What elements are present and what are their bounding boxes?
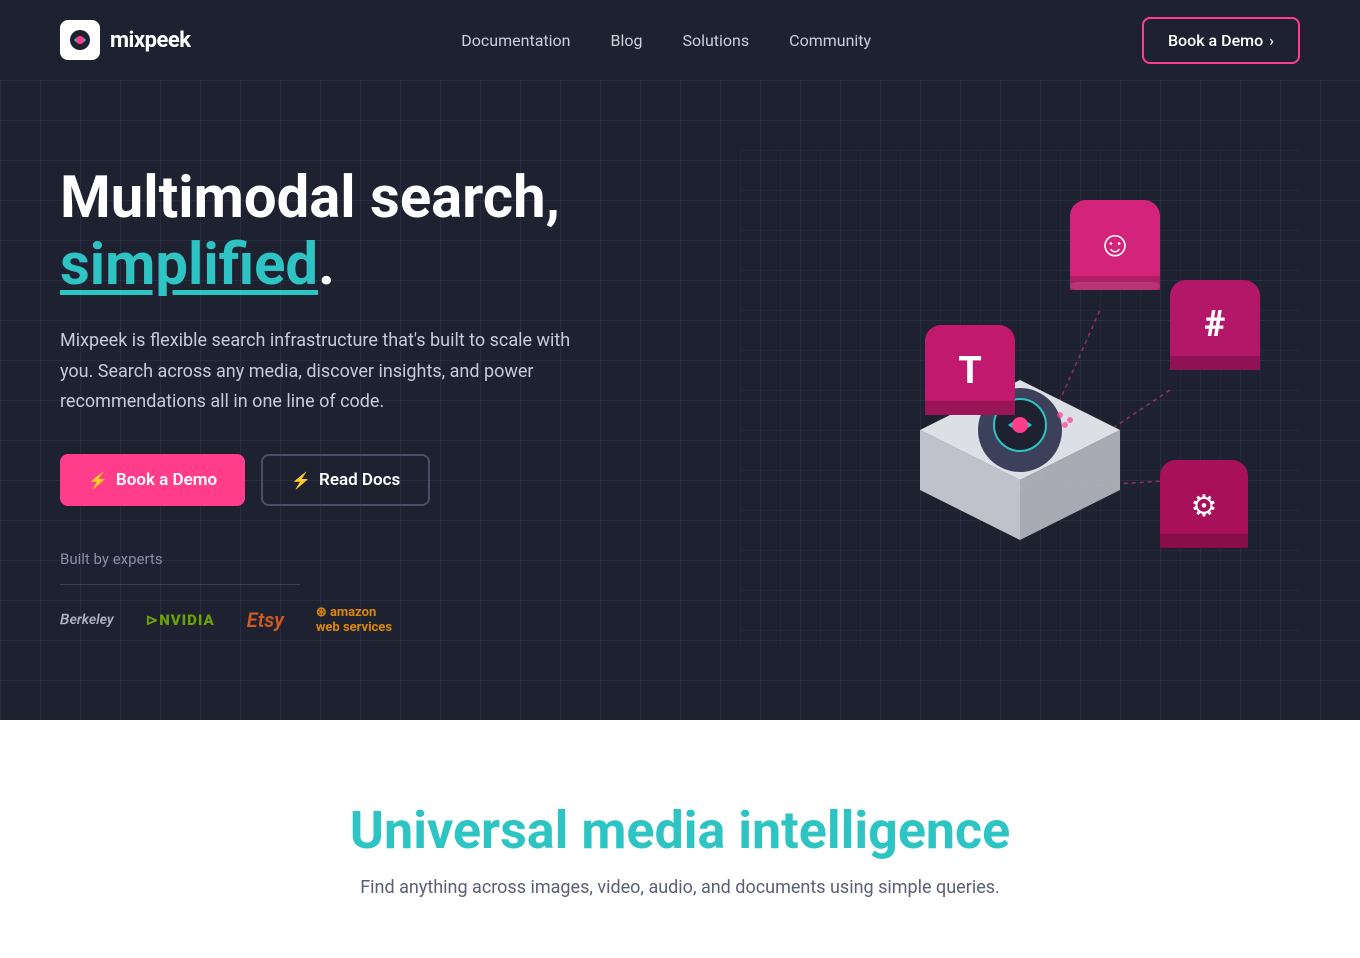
built-by-label: Built by experts [60, 550, 580, 568]
book-demo-button[interactable]: ⚡ Book a Demo [60, 454, 245, 506]
logo-text: mixpeek [110, 28, 190, 53]
hero-title-line1: Multimodal search, [60, 164, 560, 232]
berkeley-logo: 𝘉erkeley [60, 612, 114, 628]
svg-text:⚙: ⚙ [1191, 489, 1218, 524]
hero-description: Mixpeek is flexible search infrastructur… [60, 326, 580, 418]
hero-section: Multimodal search, simplified. Mixpeek i… [0, 80, 1360, 720]
nav-links: Documentation Blog Solutions Community [461, 31, 871, 50]
nav-book-demo-arrow: › [1269, 31, 1274, 50]
navbar: mixpeek Documentation Blog Solutions Com… [0, 0, 1360, 80]
hero-illustration: ☺ # T ⚙ [740, 150, 1300, 650]
hero-visual: ☺ # T ⚙ [740, 150, 1300, 650]
etsy-logo: Etsy [247, 608, 284, 632]
built-by-section: Built by experts 𝘉erkeley ⊳NVIDIA Etsy ⊛… [60, 550, 580, 635]
hero-title-colored: simplified [60, 231, 318, 299]
nvidia-logo: ⊳NVIDIA [146, 611, 215, 629]
nav-book-demo-label: Book a Demo [1168, 31, 1263, 50]
aws-logo: ⊛ amazonweb services [316, 605, 392, 635]
nav-item-solutions[interactable]: Solutions [682, 31, 749, 50]
lightning-icon-secondary: ⚡ [291, 471, 311, 490]
hero-title-rest: . [318, 231, 335, 299]
read-docs-label: Read Docs [319, 470, 400, 490]
nav-book-demo-button[interactable]: Book a Demo › [1142, 17, 1300, 64]
svg-text:#: # [1205, 303, 1226, 345]
nav-item-blog[interactable]: Blog [611, 31, 643, 50]
hero-content: Multimodal search, simplified. Mixpeek i… [60, 165, 580, 635]
book-demo-label: Book a Demo [116, 470, 217, 490]
hero-title: Multimodal search, simplified. [60, 165, 580, 298]
hero-buttons: ⚡ Book a Demo ⚡ Read Docs [60, 454, 580, 506]
read-docs-button[interactable]: ⚡ Read Docs [261, 454, 430, 506]
logo[interactable]: mixpeek [60, 20, 190, 60]
nav-item-community[interactable]: Community [789, 31, 871, 50]
lightning-icon-primary: ⚡ [88, 471, 108, 490]
section-two-subtitle: Find anything across images, video, audi… [330, 877, 1030, 898]
logo-icon [60, 20, 100, 60]
section-two: Universal media intelligence Find anythi… [0, 720, 1360, 958]
section-two-title: Universal media intelligence [60, 800, 1300, 861]
logos-row: 𝘉erkeley ⊳NVIDIA Etsy ⊛ amazonweb servic… [60, 605, 580, 635]
svg-text:☺: ☺ [1097, 223, 1134, 265]
built-by-divider [60, 584, 300, 585]
nav-item-documentation[interactable]: Documentation [461, 31, 570, 50]
svg-text:T: T [958, 349, 982, 393]
